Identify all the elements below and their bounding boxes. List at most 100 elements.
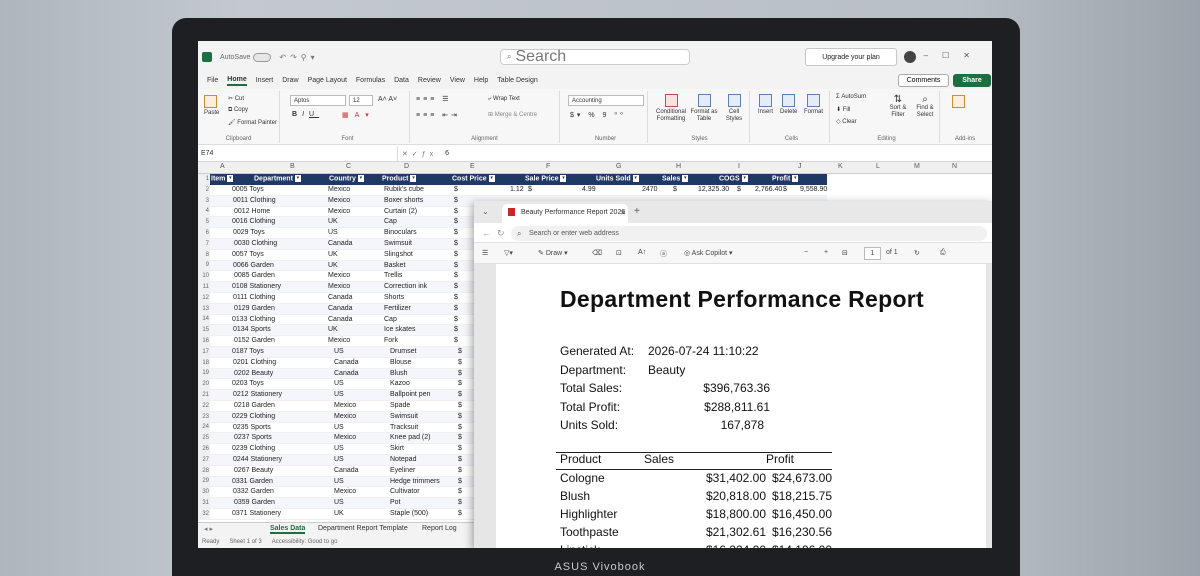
cell-product[interactable]: Ballpoint pen — [390, 391, 430, 398]
cell-product[interactable]: Swimsuit — [384, 240, 412, 247]
filter-dropdown-icon[interactable]: ▾ — [560, 175, 567, 182]
cell-item-department[interactable]: 0029 Toys — [233, 229, 265, 236]
cell-item-department[interactable]: 0212 Stationery — [233, 391, 282, 398]
cell-sales[interactable]: 12,325.30 — [698, 186, 729, 193]
cell-product[interactable]: Pot — [390, 499, 401, 506]
filter-dropdown-icon[interactable]: ▾ — [792, 175, 799, 182]
cell-currency[interactable]: $ — [454, 283, 458, 290]
row-number[interactable]: 12 — [198, 293, 210, 304]
format-painter-button[interactable]: 🖌 Format Painter — [228, 119, 277, 126]
cell-item-department[interactable]: 0218 Garden — [234, 402, 275, 409]
cell-item-department[interactable]: 0229 Clothing — [232, 413, 275, 420]
cell-currency[interactable]: $ — [458, 424, 462, 431]
format-as-table-button[interactable]: Format as Table — [690, 94, 718, 123]
filter-dropdown-icon[interactable]: ▾ — [227, 175, 234, 182]
cell-item-department[interactable]: 0237 Sports — [234, 434, 272, 441]
cell-item-department[interactable]: 0239 Clothing — [232, 445, 275, 452]
column-header[interactable]: B — [290, 163, 295, 170]
cell-currency[interactable]: $ — [454, 197, 458, 204]
sheet-tab-sales-data[interactable]: Sales Data — [270, 525, 306, 534]
column-header[interactable]: J — [798, 163, 802, 170]
cell-product[interactable]: Kazoo — [390, 380, 410, 387]
cell-currency[interactable]: $ — [458, 488, 462, 495]
row-number[interactable]: 17 — [198, 347, 210, 358]
column-header[interactable]: K — [838, 163, 843, 170]
header-cell[interactable]: Cost Price ▾ — [452, 175, 495, 182]
column-header[interactable]: N — [952, 163, 957, 170]
close-icon[interactable]: ✕ — [620, 209, 626, 217]
cell-currency[interactable]: $ — [737, 186, 741, 193]
cell-country[interactable]: Mexico — [328, 208, 350, 215]
cell-product[interactable]: Blush — [390, 370, 408, 377]
cell-currency[interactable]: $ — [458, 348, 462, 355]
row-number[interactable]: 18 — [198, 358, 210, 369]
row-number[interactable]: 8 — [198, 250, 210, 261]
cell-currency[interactable]: $ — [458, 413, 462, 420]
row-number[interactable]: 19 — [198, 368, 210, 379]
cell-country[interactable]: Mexico — [328, 186, 350, 193]
row-number[interactable]: 27 — [198, 455, 210, 466]
row-number[interactable]: 23 — [198, 412, 210, 423]
cell-currency[interactable]: $ — [454, 294, 458, 301]
cell-product[interactable]: Spade — [390, 402, 410, 409]
clear-button[interactable]: ◇ Clear — [836, 118, 857, 125]
cell-item-department[interactable]: 0030 Clothing — [234, 240, 277, 247]
search-input[interactable]: ⌕ Search — [500, 48, 690, 65]
cell-currency[interactable]: $ — [458, 510, 462, 517]
autosum-button[interactable]: Σ AutoSum — [836, 94, 866, 100]
cell-country[interactable]: UK — [328, 262, 338, 269]
row-number[interactable]: 25 — [198, 433, 210, 444]
cell-country[interactable]: Mexico — [334, 434, 356, 441]
cell-currency[interactable]: $ — [454, 337, 458, 344]
cell-country[interactable]: Canada — [328, 316, 353, 323]
bold-italic-underline-icons[interactable]: BIU — [292, 111, 319, 118]
table-row[interactable]: 0005 Toys Mexico Rubik's cube $1.12 4.99 2470… — [210, 185, 827, 196]
cell-country[interactable]: Canada — [328, 294, 353, 301]
paste-button[interactable]: Paste — [204, 95, 219, 116]
zoom-out-icon[interactable]: − — [804, 249, 808, 256]
cell-item-department[interactable]: 0202 Beauty — [234, 370, 273, 377]
filter-dropdown-icon[interactable]: ▾ — [632, 175, 639, 182]
row-number[interactable]: 5 — [198, 217, 210, 228]
cell-item-department[interactable]: 0203 Toys — [232, 380, 264, 387]
cell-currency[interactable]: $ — [454, 272, 458, 279]
row-number[interactable]: 3 — [198, 196, 210, 207]
menu-tab-data[interactable]: Data — [394, 77, 409, 85]
cell-product[interactable]: Binoculars — [384, 229, 417, 236]
fit-page-icon[interactable]: ⊟ — [842, 249, 848, 257]
row-number[interactable]: 11 — [198, 282, 210, 293]
cell-country[interactable]: Mexico — [334, 413, 356, 420]
sheet-tab-department-report-template[interactable]: Department Report Template — [318, 525, 408, 532]
header-cell[interactable]: Units Sold ▾ — [596, 175, 639, 182]
cell-currency[interactable]: $ — [458, 380, 462, 387]
cell-item-department[interactable]: 0244 Stationery — [233, 456, 282, 463]
cell-country[interactable]: US — [334, 456, 344, 463]
cell-currency[interactable]: $ — [454, 262, 458, 269]
row-number[interactable]: 24 — [198, 422, 210, 433]
cell-item-department[interactable]: 0332 Garden — [233, 488, 274, 495]
cell-currency[interactable]: $ — [458, 391, 462, 398]
column-header[interactable]: C — [346, 163, 351, 170]
font-name-select[interactable]: Aptos — [290, 95, 346, 106]
find-select-button[interactable]: ⌕ Find & Select — [912, 94, 938, 119]
cell-currency[interactable]: $ — [454, 186, 458, 193]
translate-icon[interactable]: ⓐ — [660, 249, 667, 259]
cell-product[interactable]: Shorts — [384, 294, 404, 301]
cell-profit[interactable]: 9,558.90 — [800, 186, 827, 193]
filter-dropdown-icon[interactable]: ▾ — [357, 175, 364, 182]
cell-country[interactable]: Mexico — [334, 488, 356, 495]
cell-country[interactable]: Canada — [334, 370, 359, 377]
cell-item-department[interactable]: 0111 Clothing — [233, 294, 275, 301]
autosave-toggle[interactable] — [253, 52, 272, 62]
row-number[interactable]: 2 — [198, 185, 210, 196]
cell-country[interactable]: Canada — [334, 359, 359, 366]
header-cell[interactable]: Country ▾ — [329, 175, 364, 182]
menu-tab-help[interactable]: Help — [474, 77, 488, 85]
conditional-formatting-button[interactable]: Conditional Formatting — [656, 94, 686, 123]
cell-product[interactable]: Blouse — [390, 359, 411, 366]
cell-item-department[interactable]: 0187 Toys — [232, 348, 264, 355]
cell-product[interactable]: Fertilizer — [384, 305, 411, 312]
cell-country[interactable]: US — [334, 348, 344, 355]
cell-product[interactable]: Drumset — [390, 348, 416, 355]
menu-tab-view[interactable]: View — [450, 77, 465, 85]
